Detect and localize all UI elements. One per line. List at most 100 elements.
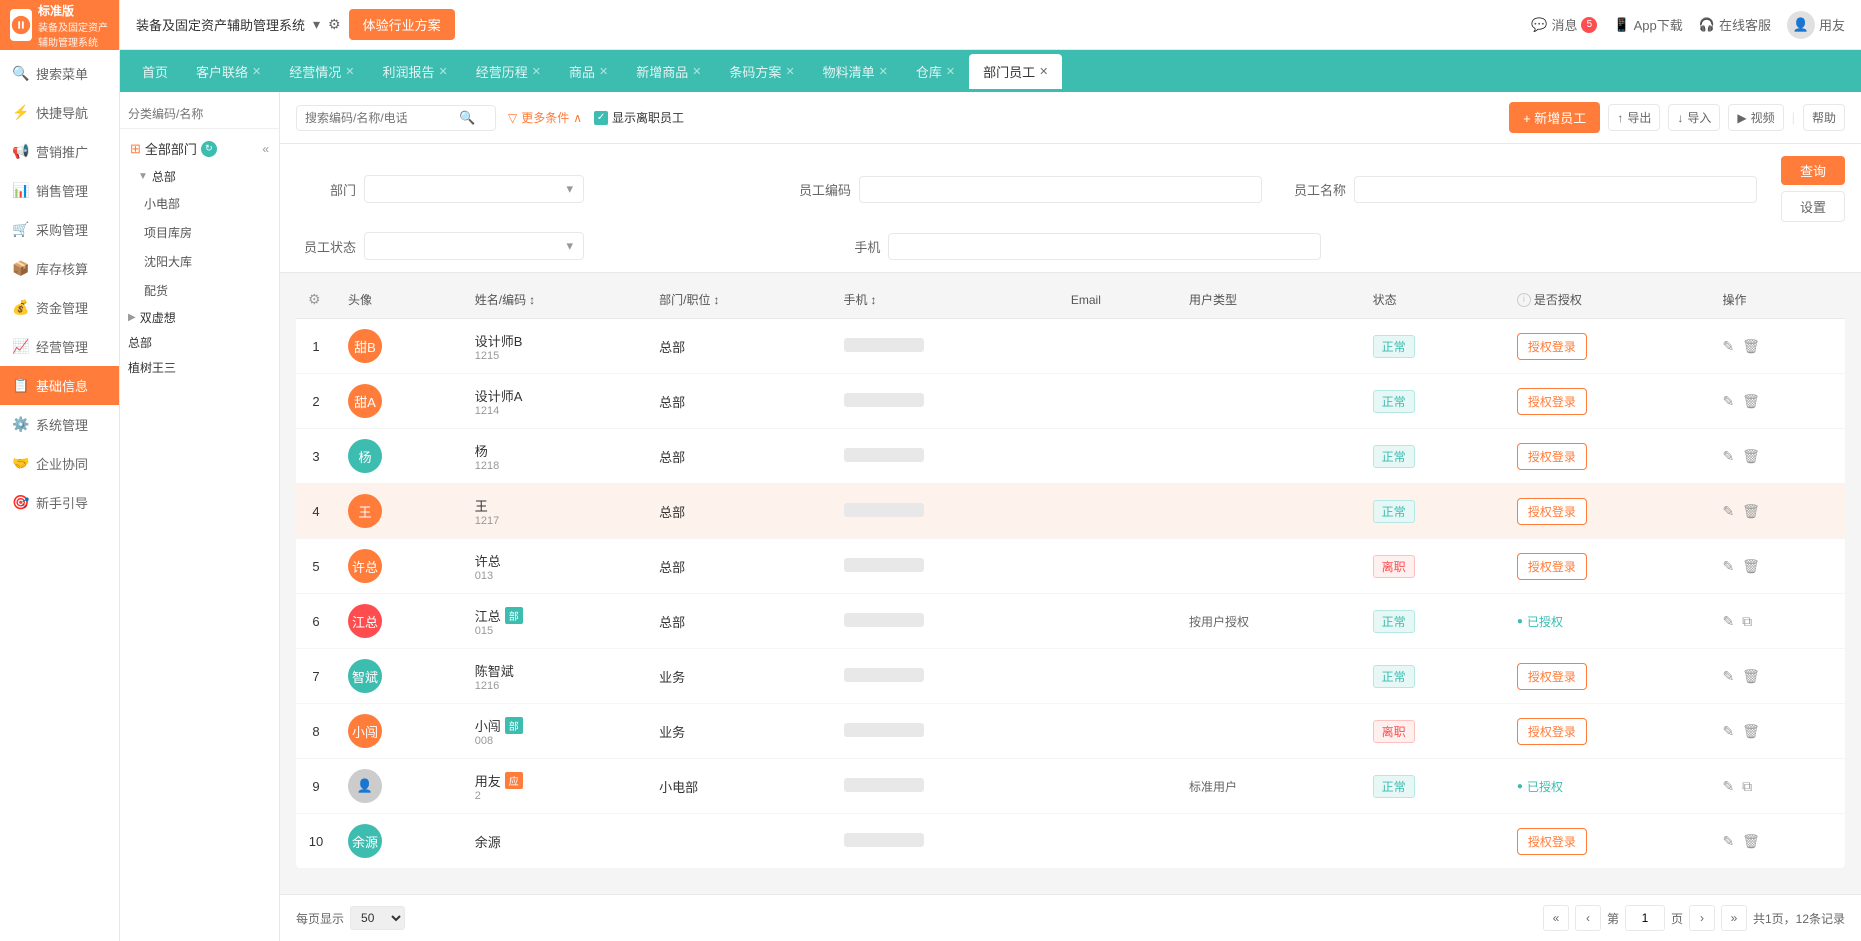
sidebar-item-quicknav[interactable]: ⚡ 快捷导航 [0,93,119,132]
tab-operations-status[interactable]: 经营情况 ✕ [275,54,368,89]
dept-item-distribution[interactable]: 配货 [128,276,279,305]
close-icon[interactable]: ✕ [1039,65,1048,78]
video-button[interactable]: ▶ 视频 [1728,104,1783,131]
close-icon[interactable]: ✕ [785,65,794,78]
close-icon[interactable]: ✕ [692,65,701,78]
edit-icon[interactable]: ✎ [1722,668,1734,685]
close-icon[interactable]: ✕ [532,65,541,78]
phone-input[interactable] [888,233,1320,260]
dept-group-shuangxuxiang[interactable]: ▶ 双虚想 [120,305,279,330]
page-number-input[interactable] [1625,905,1665,931]
show-resigned-checkbox[interactable]: ✓ 显示离职员工 [594,109,684,126]
delete-icon[interactable]: 🗑 [1742,723,1760,740]
sidebar-item-collab[interactable]: 🤝 企业协同 [0,444,119,483]
app-download-btn[interactable]: 📱 App下载 [1613,15,1682,34]
sidebar-item-inventory[interactable]: 📦 库存核算 [0,249,119,288]
delete-icon[interactable]: 🗑 [1742,833,1760,850]
edit-icon[interactable]: ✎ [1722,393,1734,410]
sidebar-item-finance[interactable]: 💰 资金管理 [0,288,119,327]
edit-icon[interactable]: ✎ [1722,723,1734,740]
dept-search-input[interactable] [128,107,280,121]
edit-icon[interactable]: ✎ [1722,503,1734,520]
dept-select[interactable]: ▾ [364,175,584,203]
sidebar-item-system[interactable]: ⚙️ 系统管理 [0,405,119,444]
close-icon[interactable]: ✕ [599,65,608,78]
sidebar-item-marketing[interactable]: 📢 营销推广 [0,132,119,171]
user-avatar[interactable]: 👤 用友 [1787,11,1845,39]
tab-profit[interactable]: 利润报告 ✕ [368,54,461,89]
export-button[interactable]: ↑ 导出 [1608,104,1660,131]
dept-group-zongbu2[interactable]: 总部 [120,330,279,355]
edit-icon[interactable]: ✎ [1722,613,1734,630]
table-settings-icon[interactable]: ⚙ [308,291,321,307]
th-dept[interactable]: 部门/职位 ↕ [647,281,831,319]
close-icon[interactable]: ✕ [252,65,261,78]
copy-icon[interactable]: ⧉ [1742,778,1752,795]
delete-icon[interactable]: 🗑 [1742,558,1760,575]
delete-icon[interactable]: 🗑 [1742,668,1760,685]
settings-button[interactable]: ⚙ [328,16,341,33]
dept-item-project[interactable]: 项目库房 [128,218,279,247]
more-filter-btn[interactable]: ▽ 更多条件 ∧ [508,109,582,126]
auth-login-button[interactable]: 授权登录 [1517,388,1587,415]
search-input[interactable] [305,111,455,125]
sidebar-item-operations[interactable]: 📈 经营管理 [0,327,119,366]
next-page-button[interactable]: › [1689,905,1715,931]
prev-page-button[interactable]: ‹ [1575,905,1601,931]
tab-warehouse[interactable]: 仓库 ✕ [902,54,969,89]
auth-login-button[interactable]: 授权登录 [1517,333,1587,360]
dept-group-header[interactable]: ▼ 总部 [128,164,279,189]
tab-customer[interactable]: 客户联络 ✕ [182,54,275,89]
dropdown-icon[interactable]: ▾ [313,16,320,33]
sidebar-item-search[interactable]: 🔍 搜索菜单 [0,54,119,93]
copy-icon[interactable]: ⧉ [1742,613,1752,630]
delete-icon[interactable]: 🗑 [1742,503,1760,520]
auth-login-button[interactable]: 授权登录 [1517,718,1587,745]
first-page-button[interactable]: « [1543,905,1569,931]
query-button[interactable]: 查询 [1781,156,1845,185]
dept-group-zhishu[interactable]: 植树王三 [120,355,279,380]
search-submit-icon[interactable]: 🔍 [459,110,475,126]
dept-item-shenyang[interactable]: 沈阳大库 [128,247,279,276]
auth-login-button[interactable]: 授权登录 [1517,443,1587,470]
th-name[interactable]: 姓名/编码 ↕ [463,281,647,319]
close-icon[interactable]: ✕ [946,65,955,78]
tab-employees[interactable]: 部门员工 ✕ [969,54,1062,89]
delete-icon[interactable]: 🗑 [1742,448,1760,465]
auth-login-button[interactable]: 授权登录 [1517,663,1587,690]
tab-bom[interactable]: 物料清单 ✕ [809,54,902,89]
tab-barcode[interactable]: 条码方案 ✕ [715,54,808,89]
delete-icon[interactable]: 🗑 [1742,338,1760,355]
edit-icon[interactable]: ✎ [1722,338,1734,355]
delete-icon[interactable]: 🗑 [1742,393,1760,410]
tab-home[interactable]: 首页 [128,54,182,89]
dept-item-xiaodian[interactable]: 小电部 [128,189,279,218]
empcode-input[interactable] [859,176,1262,203]
trial-plan-button[interactable]: 体验行业方案 [349,9,455,40]
help-button[interactable]: 帮助 [1803,104,1845,131]
page-size-select[interactable]: 50 100 [350,906,405,930]
tab-goods[interactable]: 商品 ✕ [555,54,622,89]
close-icon[interactable]: ✕ [345,65,354,78]
sidebar-item-guide[interactable]: 🎯 新手引导 [0,483,119,522]
edit-icon[interactable]: ✎ [1722,833,1734,850]
close-icon[interactable]: ✕ [879,65,888,78]
import-button[interactable]: ↓ 导入 [1668,104,1720,131]
th-phone[interactable]: 手机 ↕ [832,281,1059,319]
message-area[interactable]: 💬 消息 5 [1531,15,1597,34]
empname-input[interactable] [1354,176,1757,203]
last-page-button[interactable]: » [1721,905,1747,931]
add-employee-button[interactable]: + 新增员工 [1509,102,1600,133]
empstatus-select[interactable]: ▾ [364,232,584,260]
set-button[interactable]: 设置 [1781,191,1845,222]
edit-icon[interactable]: ✎ [1722,778,1734,795]
collapse-btn[interactable]: « [262,142,269,156]
sidebar-item-sales[interactable]: 📊 销售管理 [0,171,119,210]
edit-icon[interactable]: ✎ [1722,558,1734,575]
close-icon[interactable]: ✕ [439,65,448,78]
edit-icon[interactable]: ✎ [1722,448,1734,465]
tab-add-goods[interactable]: 新增商品 ✕ [622,54,715,89]
online-service-btn[interactable]: 🎧 在线客服 [1699,15,1771,34]
auth-login-button[interactable]: 授权登录 [1517,498,1587,525]
auth-login-button[interactable]: 授权登录 [1517,553,1587,580]
